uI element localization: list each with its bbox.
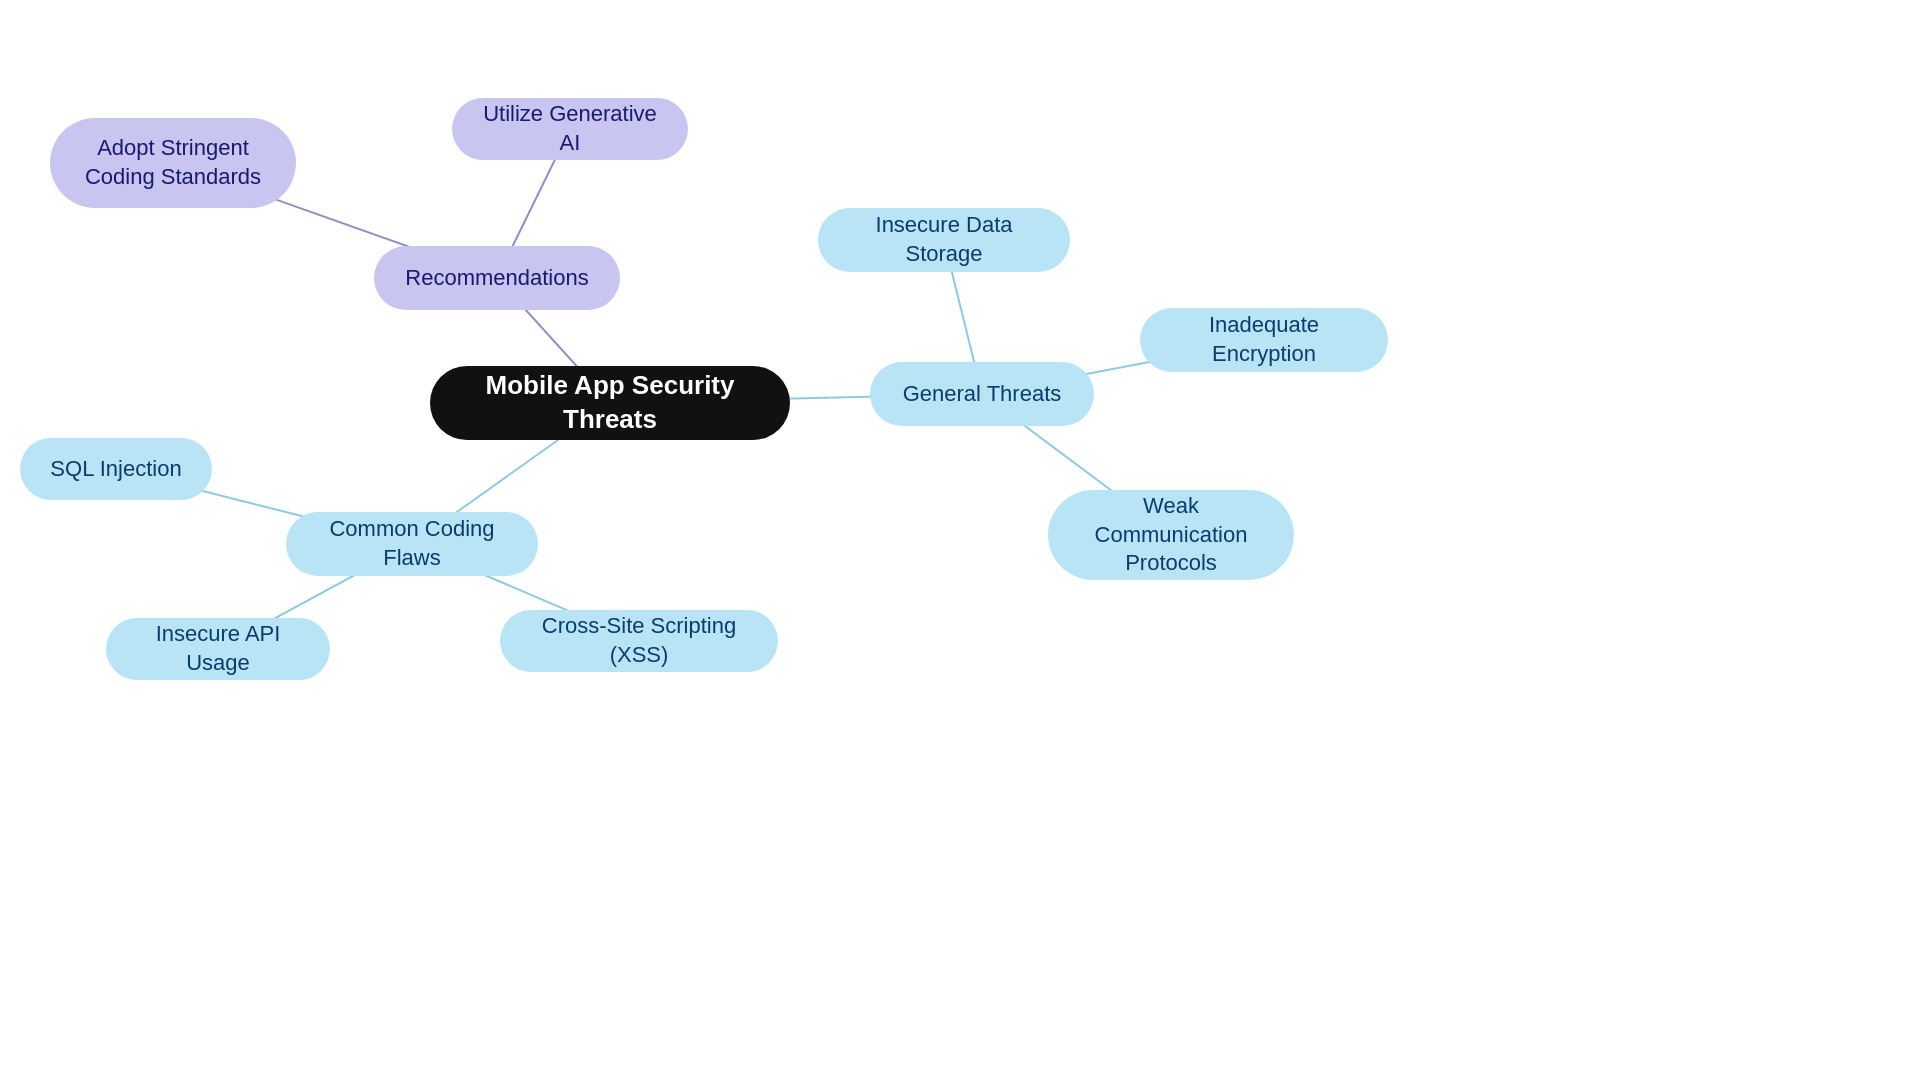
- recommendations-label: Recommendations: [405, 264, 588, 293]
- general-threats-node: General Threats: [870, 362, 1094, 426]
- inadequate-encryption-node: Inadequate Encryption: [1140, 308, 1388, 372]
- adopt-label: Adopt Stringent Coding Standards: [78, 134, 268, 191]
- inadequate-encryption-label: Inadequate Encryption: [1168, 311, 1360, 368]
- sql-injection-node: SQL Injection: [20, 438, 212, 500]
- insecure-api-label: Insecure API Usage: [134, 620, 302, 677]
- insecure-data-label: Insecure Data Storage: [846, 211, 1042, 268]
- center-label: Mobile App Security Threats: [474, 369, 746, 437]
- weak-comm-node: Weak Communication Protocols: [1048, 490, 1294, 580]
- common-flaws-label: Common Coding Flaws: [314, 515, 510, 572]
- center-node: Mobile App Security Threats: [430, 366, 790, 440]
- utilize-node: Utilize Generative AI: [452, 98, 688, 160]
- adopt-node: Adopt Stringent Coding Standards: [50, 118, 296, 208]
- insecure-api-node: Insecure API Usage: [106, 618, 330, 680]
- insecure-data-node: Insecure Data Storage: [818, 208, 1070, 272]
- general-threats-label: General Threats: [903, 380, 1062, 409]
- xss-label: Cross-Site Scripting (XSS): [528, 612, 750, 669]
- xss-node: Cross-Site Scripting (XSS): [500, 610, 778, 672]
- utilize-label: Utilize Generative AI: [480, 100, 660, 157]
- weak-comm-label: Weak Communication Protocols: [1076, 492, 1266, 578]
- sql-injection-label: SQL Injection: [50, 455, 181, 484]
- common-flaws-node: Common Coding Flaws: [286, 512, 538, 576]
- recommendations-node: Recommendations: [374, 246, 620, 310]
